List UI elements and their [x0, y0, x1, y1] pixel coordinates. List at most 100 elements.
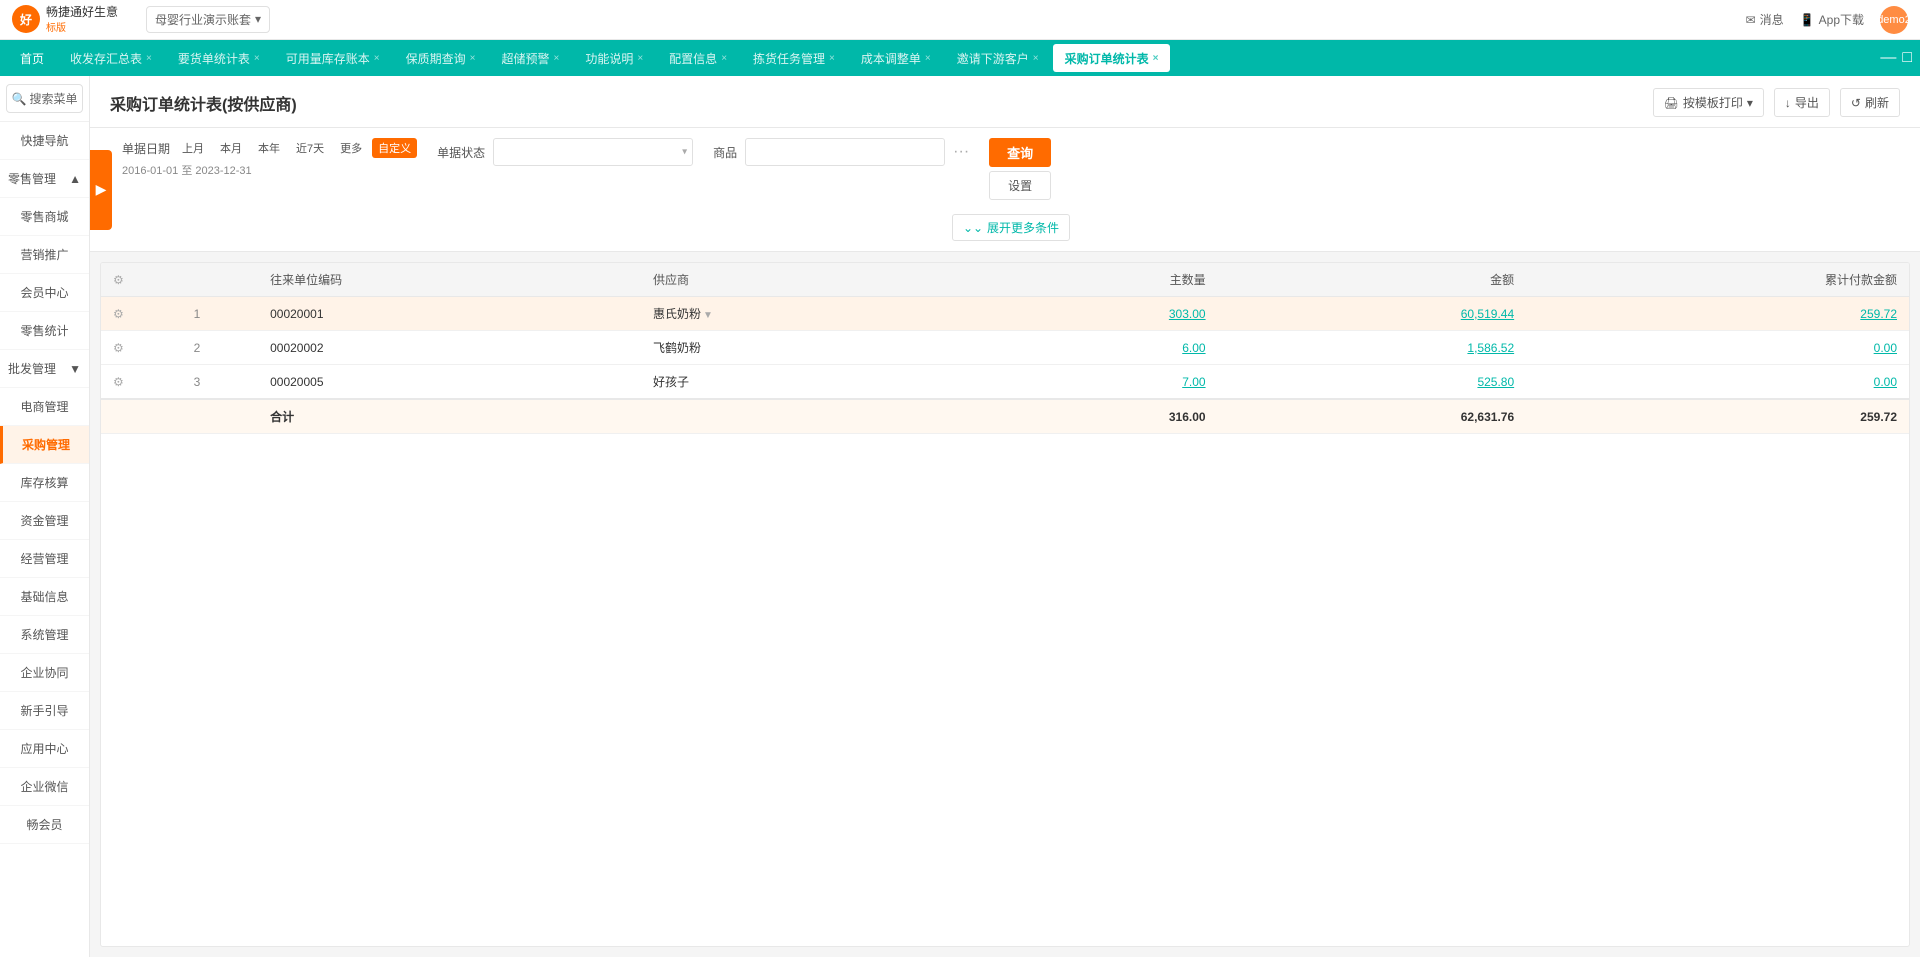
tab-config[interactable]: 配置信息 ×: [657, 44, 739, 72]
tab-goods-stat-close[interactable]: ×: [254, 53, 260, 64]
filter-main: 单据日期 上月 本月 本年 近7天 更多 自定义 2016: [122, 138, 1900, 241]
tab-collect[interactable]: 收发存汇总表 ×: [58, 44, 164, 72]
tab-func[interactable]: 功能说明 ×: [573, 44, 655, 72]
goods-input[interactable]: [745, 138, 945, 166]
tab-goods-stat[interactable]: 要货单统计表 ×: [166, 44, 272, 72]
tab-overstock[interactable]: 超储预警 ×: [489, 44, 571, 72]
row-amount[interactable]: 60,519.44: [1218, 297, 1527, 331]
search-menu-button[interactable]: 🔍 搜索菜单: [6, 84, 83, 113]
app-download-action[interactable]: 📱 App下载: [1800, 11, 1864, 28]
tab-pick-close[interactable]: ×: [829, 53, 835, 64]
sidebar-item-ecommerce[interactable]: 电商管理: [0, 388, 89, 426]
tab-purchase-stat-label: 采购订单统计表: [1065, 50, 1149, 67]
export-button[interactable]: ↓ 导出: [1774, 88, 1830, 117]
avatar[interactable]: demo2: [1880, 6, 1908, 34]
sidebar-item-marketing[interactable]: 营销推广: [0, 236, 89, 274]
more-options-icon[interactable]: ···: [953, 143, 969, 161]
footer-paid-cell: 259.72: [1526, 399, 1909, 434]
sidebar-item-member2[interactable]: 畅会员: [0, 806, 89, 844]
shortcut-this-month[interactable]: 本月: [214, 138, 248, 158]
filter-top-row: 单据日期 上月 本月 本年 近7天 更多 自定义 2016: [122, 138, 1900, 200]
row-settings-icon[interactable]: ⚙: [113, 375, 124, 389]
shortcut-more[interactable]: 更多: [334, 138, 368, 158]
row-paid[interactable]: 0.00: [1526, 331, 1909, 365]
search-icon: 🔍: [12, 92, 27, 106]
date-filter-label: 单据日期: [122, 140, 170, 157]
row-amount[interactable]: 1,586.52: [1218, 331, 1527, 365]
sidebar-item-wholesale[interactable]: 批发管理 ▼: [0, 350, 89, 388]
sidebar-item-finance[interactable]: 资金管理: [0, 502, 89, 540]
tab-purchase-stat[interactable]: 采购订单统计表 ×: [1053, 44, 1171, 72]
sidebar-item-system[interactable]: 系统管理: [0, 616, 89, 654]
shortcut-custom[interactable]: 自定义: [372, 138, 417, 158]
row-qty[interactable]: 7.00: [976, 365, 1218, 400]
footer-seq-cell: [136, 399, 258, 434]
tab-inventory-label: 可用量库存账本: [286, 50, 370, 67]
tab-cost[interactable]: 成本调整单 ×: [849, 44, 943, 72]
tab-func-close[interactable]: ×: [637, 53, 643, 64]
row-amount[interactable]: 525.80: [1218, 365, 1527, 400]
filter-expand-toggle[interactable]: ▶: [90, 150, 112, 230]
tab-pick[interactable]: 拣货任务管理 ×: [741, 44, 847, 72]
footer-label-cell: 合计: [258, 399, 975, 434]
status-filter-label: 单据状态: [437, 144, 485, 161]
row-qty[interactable]: 6.00: [976, 331, 1218, 365]
phone-icon: 📱: [1800, 13, 1815, 27]
tab-config-label: 配置信息: [669, 50, 717, 67]
filter-right-actions: 查询 设置: [989, 138, 1051, 200]
column-settings-icon[interactable]: ⚙: [113, 273, 124, 287]
refresh-button[interactable]: ↺ 刷新: [1840, 88, 1900, 117]
sidebar-item-basic[interactable]: 基础信息: [0, 578, 89, 616]
tab-expiry[interactable]: 保质期查询 ×: [394, 44, 488, 72]
expand-row-icon[interactable]: ▼: [703, 310, 713, 321]
retail-stat-label: 零售统计: [20, 324, 68, 338]
tab-purchase-stat-close[interactable]: ×: [1153, 53, 1159, 64]
row-qty[interactable]: 303.00: [976, 297, 1218, 331]
sidebar-item-app-center[interactable]: 应用中心: [0, 730, 89, 768]
sidebar-item-retail-mall[interactable]: 零售商城: [0, 198, 89, 236]
tab-home[interactable]: 首页: [8, 44, 56, 72]
expand-more-area: ⌄⌄ 展开更多条件: [122, 208, 1900, 241]
tab-overstock-close[interactable]: ×: [553, 53, 559, 64]
shortcut-this-year[interactable]: 本年: [252, 138, 286, 158]
filter-date-group: 单据日期 上月 本月 本年 近7天 更多 自定义 2016: [122, 138, 417, 178]
sidebar-item-purchase[interactable]: 采购管理: [0, 426, 89, 464]
tab-invite-close[interactable]: ×: [1033, 53, 1039, 64]
sidebar-item-member[interactable]: 会员中心: [0, 274, 89, 312]
tab-collect-close[interactable]: ×: [146, 53, 152, 64]
tab-cost-close[interactable]: ×: [925, 53, 931, 64]
sidebar-item-newbie[interactable]: 新手引导: [0, 692, 89, 730]
logo-icon: 好: [12, 5, 40, 33]
sidebar-item-wechat-biz[interactable]: 企业微信: [0, 768, 89, 806]
row-paid[interactable]: 0.00: [1526, 365, 1909, 400]
account-selector[interactable]: 母婴行业演示账套 ▾: [146, 6, 270, 33]
shortcut-last-month[interactable]: 上月: [176, 138, 210, 158]
sidebar-item-operation[interactable]: 经营管理: [0, 540, 89, 578]
tab-overstock-label: 超储预警: [501, 50, 549, 67]
sidebar-item-quick-nav[interactable]: 快捷导航: [0, 122, 89, 160]
status-select[interactable]: [493, 138, 693, 166]
expand-more-button[interactable]: ⌄⌄ 展开更多条件: [952, 214, 1070, 241]
shortcut-7days[interactable]: 近7天: [290, 138, 330, 158]
nav-minimize-icon[interactable]: —: [1880, 49, 1896, 67]
message-action[interactable]: ✉ 消息: [1746, 11, 1784, 28]
tab-inventory-close[interactable]: ×: [374, 53, 380, 64]
query-button[interactable]: 查询: [989, 138, 1051, 167]
sidebar-item-retail-stat[interactable]: 零售统计: [0, 312, 89, 350]
tab-func-label: 功能说明: [585, 50, 633, 67]
sidebar-item-inventory-mgr[interactable]: 库存核算: [0, 464, 89, 502]
row-settings-cell: ⚙: [101, 297, 136, 331]
tab-expiry-close[interactable]: ×: [470, 53, 476, 64]
row-paid[interactable]: 259.72: [1526, 297, 1909, 331]
sidebar-item-enterprise[interactable]: 企业协同: [0, 654, 89, 692]
tab-invite[interactable]: 邀请下游客户 ×: [945, 44, 1051, 72]
tab-config-close[interactable]: ×: [721, 53, 727, 64]
row-settings-icon[interactable]: ⚙: [113, 341, 124, 355]
nav-maximize-icon[interactable]: □: [1902, 49, 1912, 67]
sidebar-item-retail[interactable]: 零售管理 ▲: [0, 160, 89, 198]
row-settings-icon[interactable]: ⚙: [113, 307, 124, 321]
template-print-button[interactable]: 🖨 按模板打印 ▾: [1653, 88, 1764, 117]
tab-inventory[interactable]: 可用量库存账本 ×: [274, 44, 392, 72]
logo-sub: 标版: [46, 19, 118, 34]
settings-button[interactable]: 设置: [989, 171, 1051, 200]
